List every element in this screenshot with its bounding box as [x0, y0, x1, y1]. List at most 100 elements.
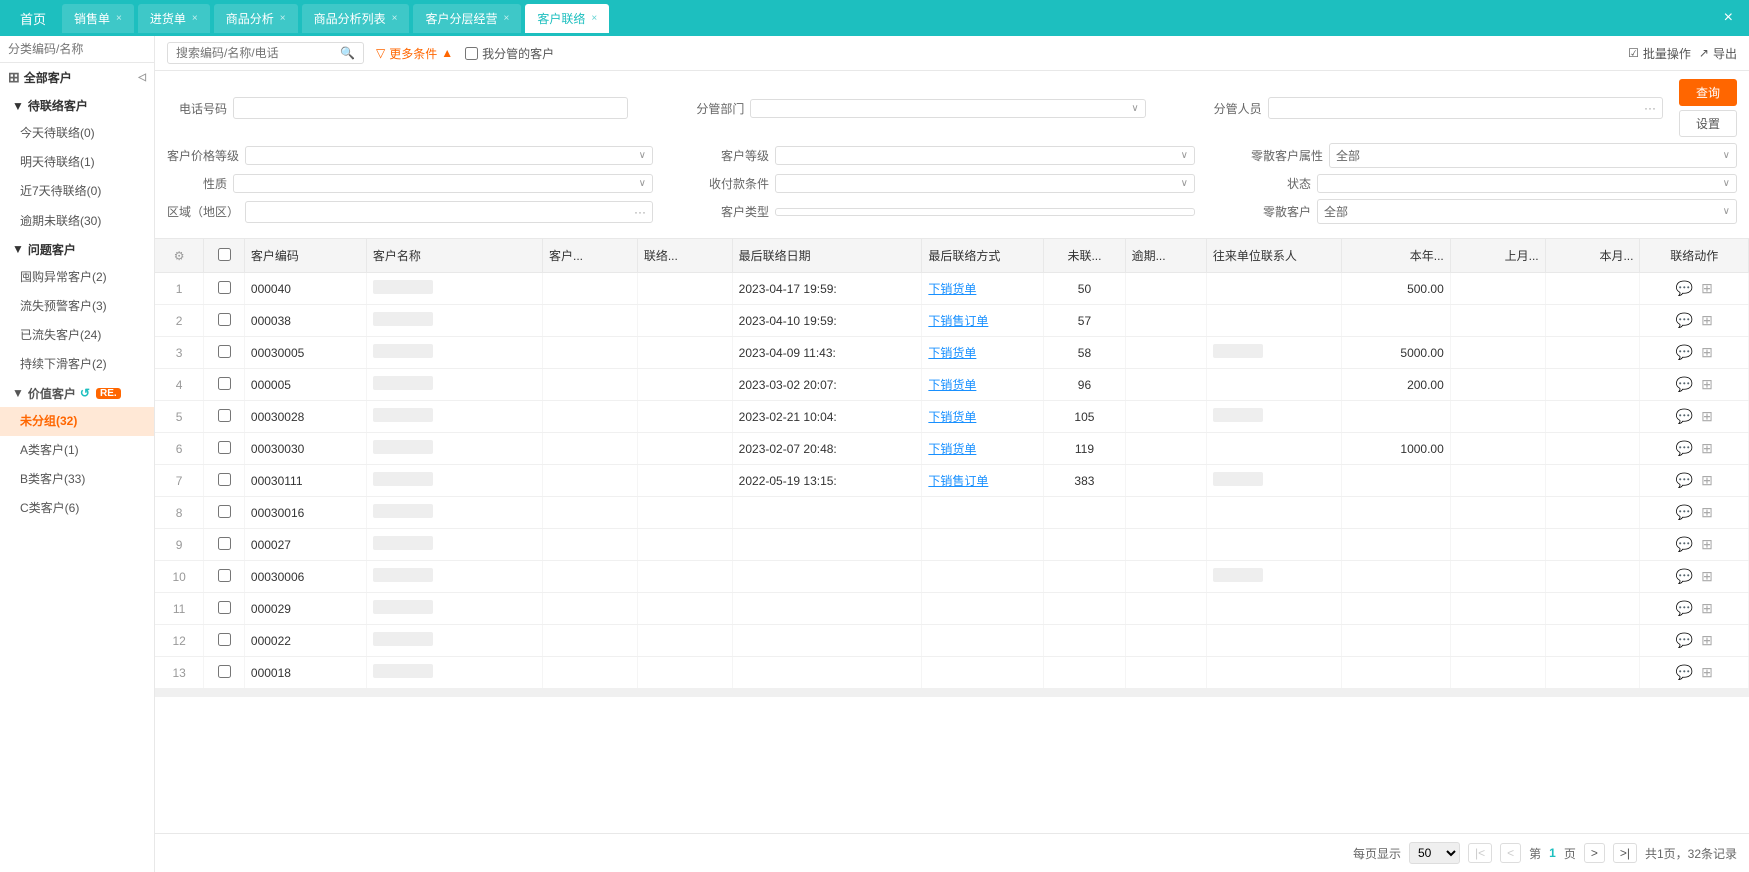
all-customers-header[interactable]: ⊞ 全部客户 ◁	[0, 63, 154, 92]
cell-checkbox[interactable]	[204, 273, 245, 305]
price-level-select[interactable]: ∨	[245, 146, 653, 165]
sidebar-item-declining[interactable]: 持续下滑客户(2)	[0, 350, 154, 379]
payment-select[interactable]: ∨	[775, 174, 1195, 193]
last-page-btn[interactable]: >|	[1613, 843, 1637, 863]
grid-action-icon[interactable]: ⊞	[1701, 536, 1713, 553]
cell-checkbox[interactable]	[204, 497, 245, 529]
grid-action-icon[interactable]: ⊞	[1701, 472, 1713, 489]
pending-section[interactable]: ▼ 待联络客户	[0, 92, 154, 119]
customer-type-select[interactable]	[775, 208, 1195, 216]
grid-action-icon[interactable]: ⊞	[1701, 504, 1713, 521]
manager-select[interactable]: ···	[1268, 97, 1663, 119]
message-icon[interactable]: 💬	[1676, 632, 1693, 649]
message-icon[interactable]: 💬	[1676, 280, 1693, 297]
sidebar-item-tomorrow[interactable]: 明天待联络(1)	[0, 148, 154, 177]
batch-operation-btn[interactable]: ☑ 批量操作	[1628, 45, 1691, 62]
grid-action-icon[interactable]: ⊞	[1701, 408, 1713, 425]
last-way-link[interactable]: 下销货单	[928, 378, 976, 392]
sidebar-item-unclassified[interactable]: 未分组(32)	[0, 407, 154, 436]
message-icon[interactable]: 💬	[1676, 312, 1693, 329]
customer-level-select[interactable]: ∨	[775, 146, 1195, 165]
message-icon[interactable]: 💬	[1676, 504, 1693, 521]
retail-customer-select[interactable]: 全部 ∨	[1317, 199, 1737, 224]
per-page-select[interactable]: 50 100 200	[1409, 842, 1460, 864]
sidebar-item-7days[interactable]: 近7天待联络(0)	[0, 177, 154, 206]
nav-tab-product-list[interactable]: 商品分析列表 ×	[302, 4, 410, 33]
row-checkbox[interactable]	[218, 281, 231, 294]
cell-checkbox[interactable]	[204, 529, 245, 561]
nav-tab-product-analysis[interactable]: 商品分析 ×	[214, 4, 298, 33]
grid-action-icon[interactable]: ⊞	[1701, 440, 1713, 457]
grid-action-icon[interactable]: ⊞	[1701, 344, 1713, 361]
sidebar-item-class-b[interactable]: B类客户(33)	[0, 465, 154, 494]
row-checkbox[interactable]	[218, 633, 231, 646]
last-way-link[interactable]: 下销货单	[928, 410, 976, 424]
query-button[interactable]: 查询	[1679, 79, 1737, 106]
row-checkbox[interactable]	[218, 441, 231, 454]
row-checkbox[interactable]	[218, 473, 231, 486]
row-checkbox[interactable]	[218, 345, 231, 358]
grid-action-icon[interactable]: ⊞	[1701, 568, 1713, 585]
grid-action-icon[interactable]: ⊞	[1701, 312, 1713, 329]
message-icon[interactable]: 💬	[1676, 376, 1693, 393]
status-select[interactable]: ∨	[1317, 174, 1737, 193]
sidebar-item-overdue[interactable]: 逾期未联络(30)	[0, 207, 154, 236]
row-checkbox[interactable]	[218, 569, 231, 582]
my-customers-checkbox[interactable]	[465, 47, 478, 60]
refresh-icon[interactable]: ↺	[80, 386, 90, 400]
th-checkbox[interactable]	[204, 239, 245, 273]
row-checkbox[interactable]	[218, 665, 231, 678]
row-checkbox[interactable]	[218, 537, 231, 550]
row-checkbox[interactable]	[218, 313, 231, 326]
message-icon[interactable]: 💬	[1676, 600, 1693, 617]
message-icon[interactable]: 💬	[1676, 440, 1693, 457]
next-page-btn[interactable]: >	[1584, 843, 1605, 863]
close-all-btn[interactable]: ×	[1716, 5, 1741, 31]
cell-checkbox[interactable]	[204, 401, 245, 433]
message-icon[interactable]: 💬	[1676, 472, 1693, 489]
select-all-checkbox[interactable]	[218, 248, 231, 261]
last-way-link[interactable]: 下销货单	[928, 346, 976, 360]
grid-action-icon[interactable]: ⊞	[1701, 632, 1713, 649]
sidebar-search-input[interactable]	[8, 42, 155, 56]
sidebar-item-today[interactable]: 今天待联络(0)	[0, 119, 154, 148]
first-page-btn[interactable]: |<	[1468, 843, 1492, 863]
close-product-list-tab[interactable]: ×	[392, 13, 398, 24]
sidebar-item-abnormal[interactable]: 囤购异常客户(2)	[0, 263, 154, 292]
cell-checkbox[interactable]	[204, 593, 245, 625]
region-more[interactable]: ···	[634, 205, 646, 219]
last-way-link[interactable]: 下销售订单	[928, 314, 988, 328]
cell-checkbox[interactable]	[204, 337, 245, 369]
grid-action-icon[interactable]: ⊞	[1701, 600, 1713, 617]
cell-checkbox[interactable]	[204, 465, 245, 497]
score-section[interactable]: ▼ 价值客户 ↺ RE.	[0, 380, 154, 407]
sidebar-item-class-c[interactable]: C类客户(6)	[0, 494, 154, 523]
grid-action-icon[interactable]: ⊞	[1701, 376, 1713, 393]
retail-attr-select[interactable]: 全部 ∨	[1329, 143, 1737, 168]
sidebar-item-churned[interactable]: 已流失客户(24)	[0, 321, 154, 350]
cell-checkbox[interactable]	[204, 561, 245, 593]
row-checkbox[interactable]	[218, 377, 231, 390]
message-icon[interactable]: 💬	[1676, 536, 1693, 553]
collapse-icon[interactable]: ◁	[138, 72, 146, 83]
sidebar-item-class-a[interactable]: A类客户(1)	[0, 436, 154, 465]
message-icon[interactable]: 💬	[1676, 408, 1693, 425]
nav-tab-purchase[interactable]: 进货单 ×	[138, 4, 210, 33]
problem-section[interactable]: ▼ 问题客户	[0, 236, 154, 263]
prev-page-btn[interactable]: <	[1500, 843, 1521, 863]
export-btn[interactable]: ↗ 导出	[1699, 45, 1737, 62]
main-search-icon[interactable]: 🔍	[340, 46, 355, 60]
more-conditions-btn[interactable]: ▽ 更多条件 ▲	[376, 45, 453, 62]
nav-tab-sales[interactable]: 销售单 ×	[62, 4, 134, 33]
close-segment-tab[interactable]: ×	[503, 13, 509, 24]
close-purchase-tab[interactable]: ×	[192, 13, 198, 24]
message-icon[interactable]: 💬	[1676, 568, 1693, 585]
settings-icon[interactable]: ⚙	[174, 249, 185, 263]
nature-select[interactable]: ∨	[233, 174, 653, 193]
scrollbar[interactable]	[155, 689, 1749, 697]
region-select[interactable]: ···	[245, 201, 653, 223]
cell-checkbox[interactable]	[204, 369, 245, 401]
reset-button[interactable]: 设置	[1679, 110, 1737, 137]
row-checkbox[interactable]	[218, 601, 231, 614]
cell-checkbox[interactable]	[204, 305, 245, 337]
